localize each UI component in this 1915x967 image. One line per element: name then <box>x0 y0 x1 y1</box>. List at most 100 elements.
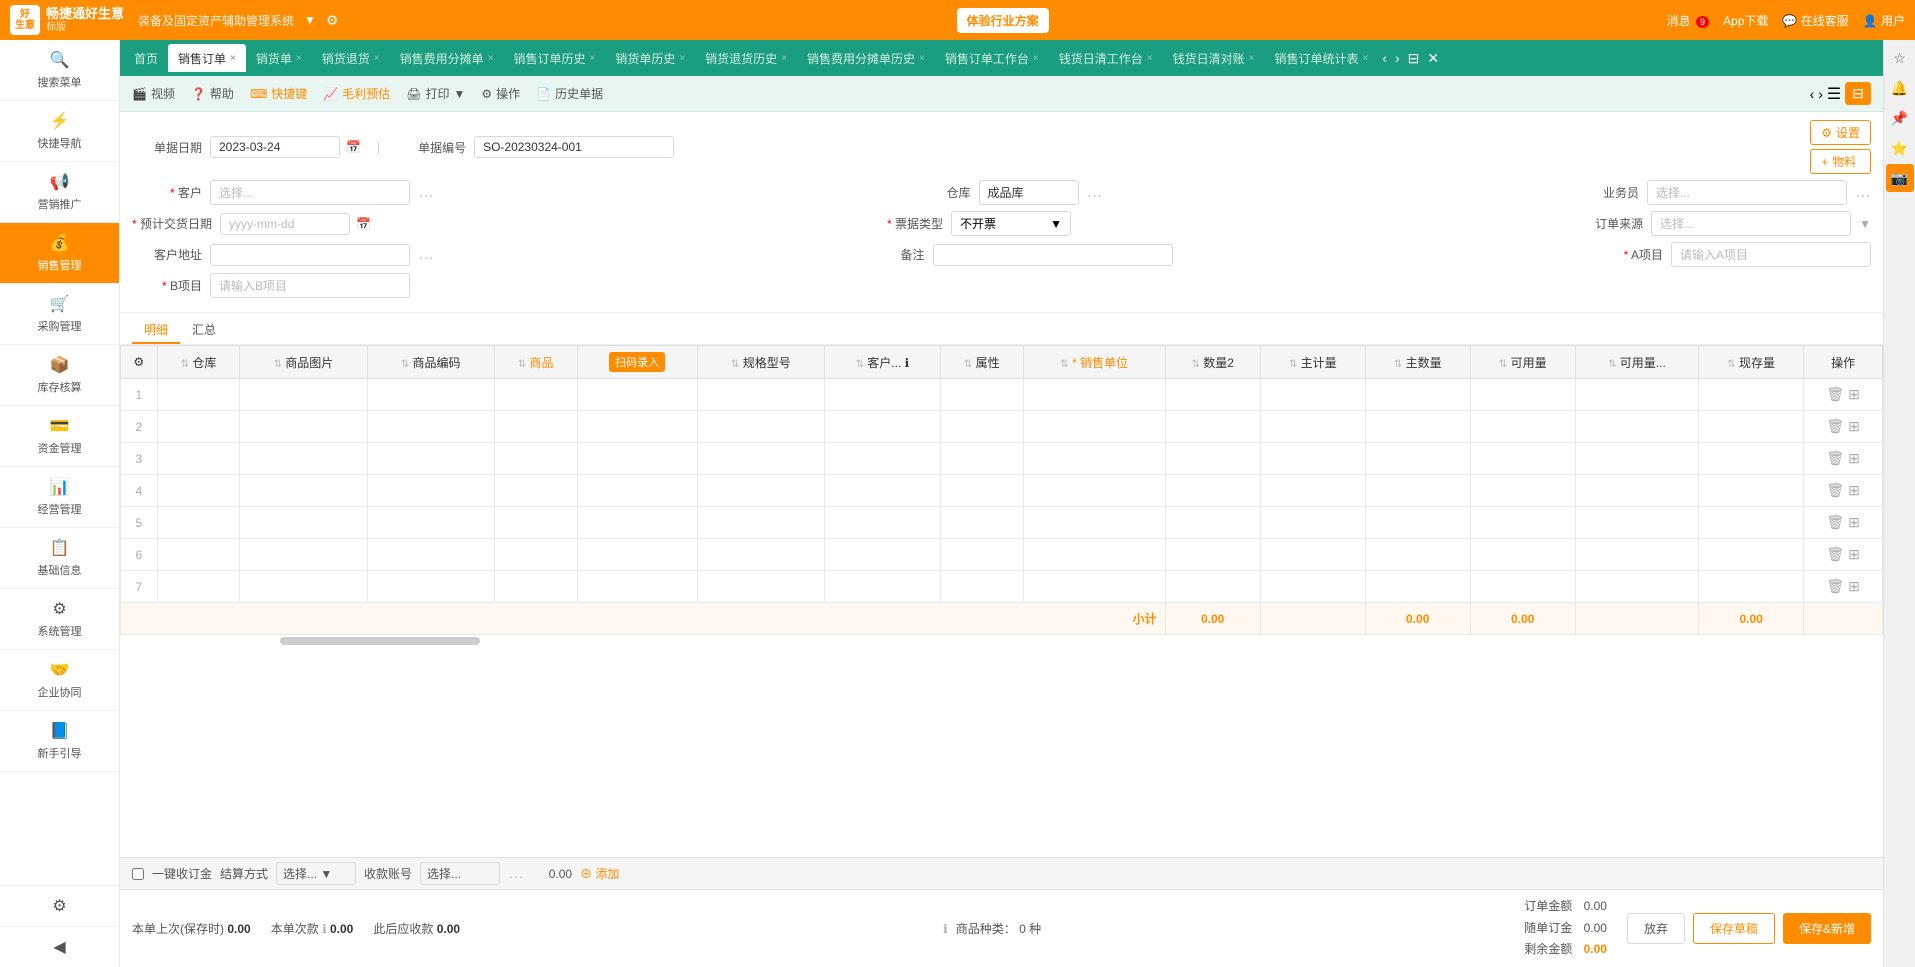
row2-code[interactable] <box>367 411 494 443</box>
sidebar-item-settings[interactable]: ⚙ <box>0 885 119 926</box>
row3-scan[interactable] <box>577 443 697 475</box>
row2-avail[interactable] <box>1470 411 1575 443</box>
industry-btn[interactable]: 体验行业方案 <box>957 8 1049 33</box>
tab-detail[interactable]: 明细 <box>132 317 180 344</box>
row3-code[interactable] <box>367 443 494 475</box>
tab-expense-history[interactable]: 销售费用分摊单历史 × <box>797 44 935 72</box>
th-attr[interactable]: ⇅ 属性 <box>940 346 1023 379</box>
b-project-input[interactable]: 请输入B项目 <box>210 273 410 298</box>
row5-scan[interactable] <box>577 507 697 539</box>
row4-munit[interactable] <box>1260 475 1365 507</box>
tab-return-close[interactable]: × <box>374 53 380 64</box>
profit-btn[interactable]: 📈 毛利预估 <box>323 85 390 102</box>
row4-product[interactable] <box>494 475 577 507</box>
row4-warehouse[interactable] <box>157 475 240 507</box>
row4-delete-icon[interactable]: 🗑 <box>1826 482 1844 499</box>
sidebar-item-management[interactable]: 📊 经营管理 <box>0 467 119 528</box>
row6-mqty[interactable] <box>1365 539 1470 571</box>
row3-unit[interactable] <box>1023 443 1165 475</box>
row6-stock[interactable] <box>1699 539 1804 571</box>
row6-delete-icon[interactable]: 🗑 <box>1826 546 1844 563</box>
tab-cash-workbench-close[interactable]: × <box>1147 53 1153 64</box>
row3-avail2[interactable] <box>1575 443 1698 475</box>
row6-copy-icon[interactable]: ⊞ <box>1848 546 1860 563</box>
row2-unit[interactable] <box>1023 411 1165 443</box>
row4-copy-icon[interactable]: ⊞ <box>1848 482 1860 499</box>
row6-unit[interactable] <box>1023 539 1165 571</box>
row6-munit[interactable] <box>1260 539 1365 571</box>
row4-code[interactable] <box>367 475 494 507</box>
row7-avail[interactable] <box>1470 571 1575 603</box>
print-btn[interactable]: 🖨 打印 ▼ <box>406 85 465 102</box>
row1-available[interactable] <box>1470 379 1575 411</box>
one-click-checkbox[interactable] <box>132 868 144 880</box>
sidebar-item-search[interactable]: 🔍 搜索菜单 <box>0 40 119 101</box>
row7-spec[interactable] <box>697 571 824 603</box>
tab-expense-close[interactable]: × <box>488 53 494 64</box>
sidebar-item-purchase[interactable]: 🛒 采购管理 <box>0 284 119 345</box>
row6-qty2[interactable] <box>1165 539 1260 571</box>
row5-munit[interactable] <box>1260 507 1365 539</box>
account-dots[interactable]: … <box>508 865 524 883</box>
sidebar-item-basic[interactable]: 📋 基础信息 <box>0 528 119 589</box>
tab-stats-close[interactable]: × <box>1362 53 1368 64</box>
user-btn[interactable]: 👤 用户 <box>1863 12 1905 29</box>
sidebar-item-marketing[interactable]: 📢 营销推广 <box>0 162 119 223</box>
row2-attr[interactable] <box>940 411 1023 443</box>
tab-sales-ship-close[interactable]: × <box>296 53 302 64</box>
salesperson-input[interactable]: 选择... <box>1647 180 1847 205</box>
tab-cash-reconcile-close[interactable]: × <box>1249 53 1255 64</box>
row6-image[interactable] <box>240 539 367 571</box>
layout-btn[interactable]: ☰ <box>1827 82 1841 105</box>
add-payment-btn[interactable]: ⊕ 添加 <box>580 865 619 882</box>
calendar-icon[interactable]: 📅 <box>346 140 361 154</box>
row5-image[interactable] <box>240 507 367 539</box>
row5-code[interactable] <box>367 507 494 539</box>
row5-ccode[interactable] <box>824 507 940 539</box>
tab-sales-order[interactable]: 销售订单 × <box>168 44 246 72</box>
tab-order-history-close[interactable]: × <box>589 53 595 64</box>
warehouse-input[interactable]: 成品库 <box>979 180 1079 205</box>
row1-delete-icon[interactable]: 🗑 <box>1826 386 1844 403</box>
row7-image[interactable] <box>240 571 367 603</box>
row7-delete-icon[interactable]: 🗑 <box>1826 578 1844 595</box>
tab-cash-reconcile[interactable]: 钱货日清对账 × <box>1163 44 1265 72</box>
row3-delete-icon[interactable]: 🗑 <box>1826 450 1844 467</box>
row1-product[interactable] <box>494 379 577 411</box>
row1-code[interactable] <box>367 379 494 411</box>
row7-ccode[interactable] <box>824 571 940 603</box>
row3-ccode[interactable] <box>824 443 940 475</box>
tab-return-history[interactable]: 销货退货历史 × <box>695 44 797 72</box>
row1-spec[interactable] <box>697 379 824 411</box>
row4-unit[interactable] <box>1023 475 1165 507</box>
address-dots[interactable]: … <box>418 246 434 264</box>
row7-attr[interactable] <box>940 571 1023 603</box>
row5-spec[interactable] <box>697 507 824 539</box>
row6-attr[interactable] <box>940 539 1023 571</box>
row2-spec[interactable] <box>697 411 824 443</box>
a-project-input[interactable]: 请输入A项目 <box>1671 242 1871 267</box>
row1-image[interactable] <box>240 379 367 411</box>
row2-warehouse[interactable] <box>157 411 240 443</box>
row7-stock[interactable] <box>1699 571 1804 603</box>
delivery-calendar-icon[interactable]: 📅 <box>356 217 371 231</box>
row4-spec[interactable] <box>697 475 824 507</box>
right-panel-pin[interactable]: 📌 <box>1886 104 1914 132</box>
row4-scan[interactable] <box>577 475 697 507</box>
row5-attr[interactable] <box>940 507 1023 539</box>
sidebar-item-system[interactable]: ⚙ 系统管理 <box>0 589 119 650</box>
tab-order-history[interactable]: 销售订单历史 × <box>503 44 605 72</box>
th-product[interactable]: ⇅ 商品 <box>494 346 577 379</box>
row5-avail2[interactable] <box>1575 507 1698 539</box>
row4-stock[interactable] <box>1699 475 1804 507</box>
row4-qty2[interactable] <box>1165 475 1260 507</box>
th-settings[interactable]: ⚙ <box>121 346 158 379</box>
th-main-qty[interactable]: ⇅ 主数量 <box>1365 346 1470 379</box>
row4-avail[interactable] <box>1470 475 1575 507</box>
tab-sales-ship[interactable]: 销货单 × <box>246 44 312 72</box>
th-warehouse[interactable]: ⇅ 仓库 <box>157 346 240 379</box>
row3-spec[interactable] <box>697 443 824 475</box>
sidebar-item-guide[interactable]: 📘 新手引导 <box>0 711 119 772</box>
settings-icon[interactable]: ⚙ <box>326 12 339 29</box>
row1-attr[interactable] <box>940 379 1023 411</box>
